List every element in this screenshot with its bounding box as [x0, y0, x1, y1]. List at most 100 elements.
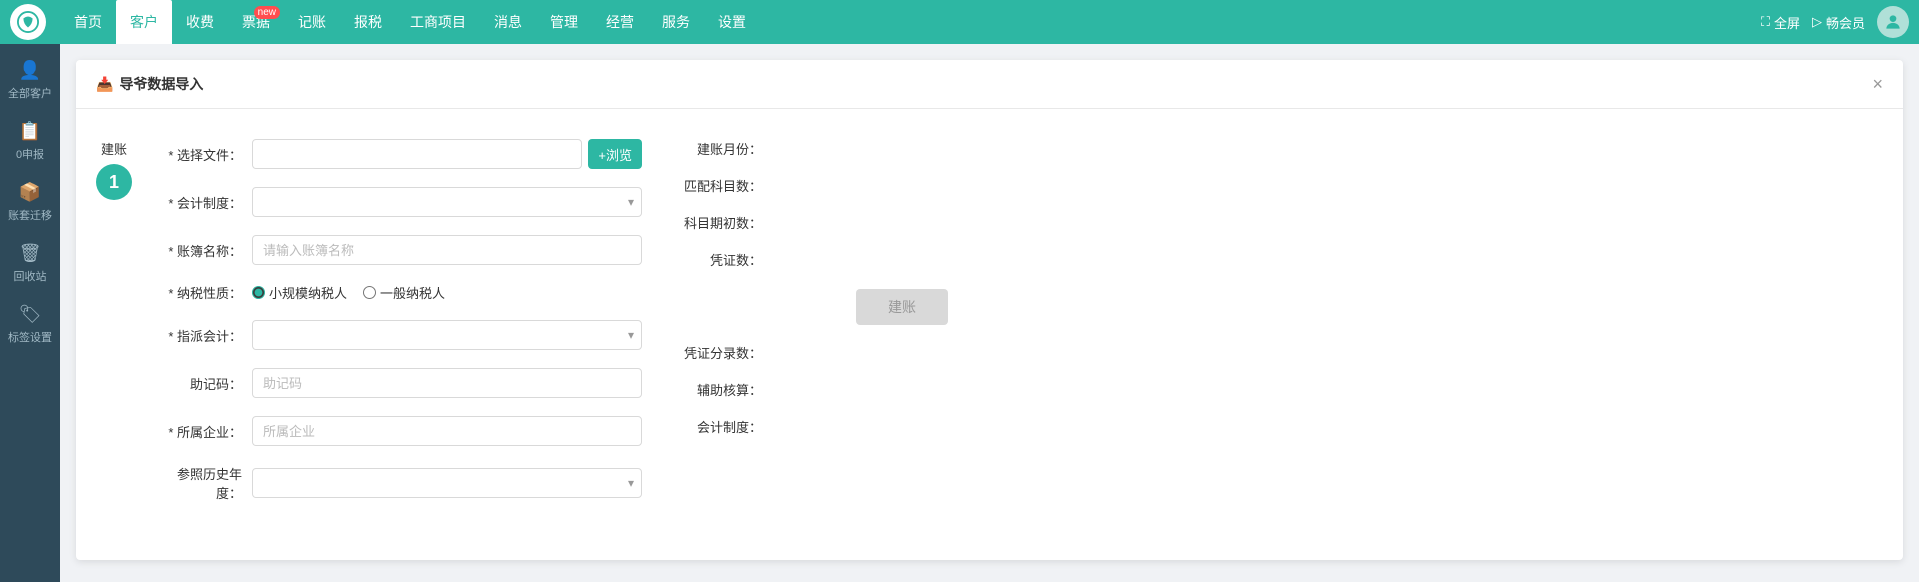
top-nav: 首页 客户 收费 票据 new 记账 报税 工商项目 消息 管理 经营 服务 设…: [0, 0, 1919, 44]
create-account-button[interactable]: 建账: [856, 289, 948, 325]
nav-item-biz[interactable]: 工商项目: [396, 0, 480, 44]
history-year-select-wrapper: [252, 468, 642, 498]
new-badge: new: [254, 6, 280, 19]
nav-item-customer[interactable]: 客户: [116, 0, 172, 44]
tax-small-option[interactable]: 小规模纳税人: [252, 283, 347, 302]
nav-items: 首页 客户 收费 票据 new 记账 报税 工商项目 消息 管理 经营 服务 设…: [60, 0, 1761, 44]
declare-icon: 📋: [19, 121, 41, 142]
accounting-system-row: * 会计制度： 小企业会计准则 企业会计准则 民间非营利组织: [162, 187, 642, 217]
form-right: 建账月份： 匹配科目数： 科目期初数： 凭证数：: [642, 139, 1122, 520]
tax-type-label: * 纳税性质：: [162, 283, 252, 302]
form-left: * 选择文件： +浏览 * 会计制度： 小企业会计准则: [162, 139, 642, 520]
nav-item-home[interactable]: 首页: [60, 0, 116, 44]
history-year-row: 参照历史年度：: [162, 464, 642, 502]
ledger-name-input[interactable]: [252, 235, 642, 265]
sidebar-item-declare[interactable]: 📋 0申报: [0, 113, 60, 170]
dialog-title-text: 导爷数据导入: [119, 74, 203, 94]
sidebar-item-label: 账套迁移: [8, 207, 52, 223]
tag-settings-icon: 🏷: [19, 304, 42, 325]
accounting-system-label: * 会计制度：: [162, 193, 252, 212]
ledger-name-label: * 账簿名称：: [162, 241, 252, 260]
nav-item-service[interactable]: 服务: [648, 0, 704, 44]
company-label: * 所属企业：: [162, 422, 252, 441]
right-accounting-system-label: 会计制度：: [682, 417, 772, 436]
file-input-group: +浏览: [252, 139, 642, 169]
tax-small-label: 小规模纳税人: [269, 283, 347, 302]
fullscreen-icon: ⛶: [1761, 14, 1770, 30]
sidebar-item-label: 全部客户: [8, 85, 52, 101]
aux-accounting-label: 辅助核算：: [682, 380, 772, 399]
file-label: * 选择文件：: [162, 145, 252, 164]
right-field-5: 辅助核算：: [682, 380, 1122, 399]
right-field-6: 会计制度：: [682, 417, 1122, 436]
fullscreen-button[interactable]: ⛶ 全屏: [1761, 13, 1800, 32]
right-field-1: 匹配科目数：: [682, 176, 1122, 195]
sidebar-item-label: 回收站: [14, 268, 47, 284]
nav-item-message[interactable]: 消息: [480, 0, 536, 44]
right-field-3: 凭证数：: [682, 250, 1122, 269]
nav-item-invoice[interactable]: 票据 new: [228, 0, 284, 44]
memo-row: 助记码：: [162, 368, 642, 398]
tax-type-row: * 纳税性质： 小规模纳税人 一般纳税人: [162, 283, 642, 302]
layout: 👤 全部客户 📋 0申报 📦 账套迁移 🗑 回收站 🏷 标签设置 📥 导爷: [0, 44, 1919, 582]
memo-label: 助记码：: [162, 374, 252, 393]
match-subject-label: 匹配科目数：: [682, 176, 772, 195]
tax-small-radio[interactable]: [252, 286, 265, 299]
sidebar-item-label: 0申报: [16, 146, 44, 162]
nav-item-settings[interactable]: 设置: [704, 0, 760, 44]
accountant-select[interactable]: [252, 320, 642, 350]
memo-input[interactable]: [252, 368, 642, 398]
file-row: * 选择文件： +浏览: [162, 139, 642, 169]
build-month-label: 建账月份：: [682, 139, 772, 158]
top-nav-right: ⛶ 全屏 ▷ 畅会员: [1761, 6, 1909, 38]
logo[interactable]: [10, 4, 46, 40]
account-migrate-icon: 📦: [19, 182, 41, 203]
right-field-2: 科目期初数：: [682, 213, 1122, 232]
dialog-header: 📥 导爷数据导入 ×: [76, 60, 1903, 109]
dialog-title-icon: 📥: [96, 76, 113, 93]
main-content: 📥 导爷数据导入 × 建账 1 * 选择文件：: [60, 44, 1919, 582]
vip-label: 畅会员: [1826, 13, 1865, 32]
nav-item-manage[interactable]: 管理: [536, 0, 592, 44]
ledger-name-row: * 账簿名称：: [162, 235, 642, 265]
sidebar-item-label: 标签设置: [8, 329, 52, 345]
sidebar: 👤 全部客户 📋 0申报 📦 账套迁移 🗑 回收站 🏷 标签设置: [0, 44, 60, 582]
sidebar-item-all-customers[interactable]: 👤 全部客户: [0, 52, 60, 109]
sidebar-item-account-migrate[interactable]: 📦 账套迁移: [0, 174, 60, 231]
accountant-label: * 指派会计：: [162, 326, 252, 345]
nav-item-tax[interactable]: 报税: [340, 0, 396, 44]
accounting-system-select[interactable]: 小企业会计准则 企业会计准则 民间非营利组织: [252, 187, 642, 217]
dialog-container: 📥 导爷数据导入 × 建账 1 * 选择文件：: [76, 60, 1903, 560]
right-field-4: 凭证分录数：: [682, 343, 1122, 362]
tax-general-radio[interactable]: [363, 286, 376, 299]
vip-button[interactable]: ▷ 畅会员: [1812, 13, 1865, 32]
vip-icon: ▷: [1812, 14, 1822, 30]
dialog-title: 📥 导爷数据导入: [96, 74, 203, 94]
tax-general-option[interactable]: 一般纳税人: [363, 283, 445, 302]
browse-button[interactable]: +浏览: [588, 139, 642, 169]
trash-icon: 🗑: [19, 243, 42, 264]
all-customers-icon: 👤: [19, 60, 41, 81]
fullscreen-label: 全屏: [1774, 13, 1800, 32]
tax-general-label: 一般纳税人: [380, 283, 445, 302]
step-label: 建账: [101, 139, 127, 158]
step-circle: 1: [96, 164, 132, 200]
sidebar-item-tag-settings[interactable]: 🏷 标签设置: [0, 296, 60, 353]
nav-item-billing[interactable]: 收费: [172, 0, 228, 44]
close-button[interactable]: ×: [1872, 75, 1883, 93]
company-input[interactable]: [252, 416, 642, 446]
nav-item-operation[interactable]: 经营: [592, 0, 648, 44]
nav-item-bookkeeping[interactable]: 记账: [284, 0, 340, 44]
company-row: * 所属企业：: [162, 416, 642, 446]
accountant-row: * 指派会计：: [162, 320, 642, 350]
step-section: 建账 1: [96, 139, 162, 520]
period-initial-label: 科目期初数：: [682, 213, 772, 232]
file-input[interactable]: [252, 139, 582, 169]
right-field-0: 建账月份：: [682, 139, 1122, 158]
sidebar-item-trash[interactable]: 🗑 回收站: [0, 235, 60, 292]
history-year-label: 参照历史年度：: [162, 464, 252, 502]
accounting-system-select-wrapper: 小企业会计准则 企业会计准则 民间非营利组织: [252, 187, 642, 217]
history-year-select[interactable]: [252, 468, 642, 498]
voucher-entries-label: 凭证分录数：: [682, 343, 772, 362]
user-avatar[interactable]: [1877, 6, 1909, 38]
